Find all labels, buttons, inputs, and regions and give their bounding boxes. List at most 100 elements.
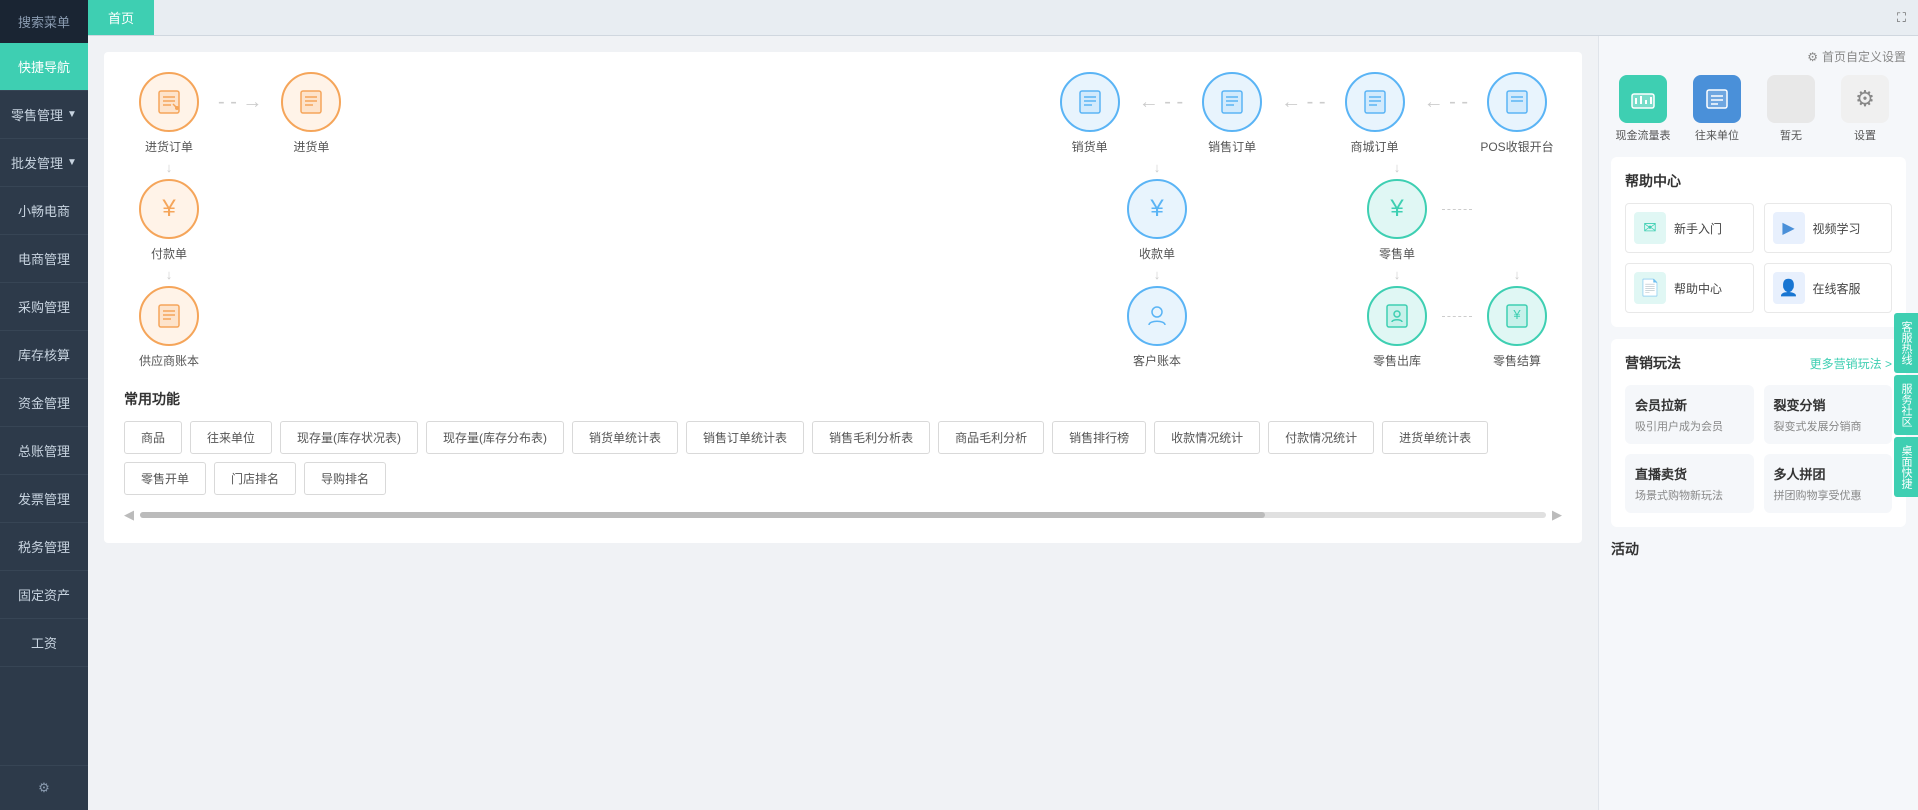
cash-flow-label: 现金流量表 xyxy=(1616,127,1671,143)
func-button[interactable]: 现存量(库存状况表) xyxy=(280,421,418,454)
quick-icon-settings[interactable]: ⚙ 设置 xyxy=(1833,75,1897,143)
float-btn-community[interactable]: 服务社区 xyxy=(1894,375,1918,435)
sidebar-item-label: 批发管理 xyxy=(11,153,63,172)
gear-icon: ⚙ xyxy=(1807,50,1818,64)
wf-node-payment-slip[interactable]: ¥ 付款单 xyxy=(124,179,214,262)
quick-icons-row: 现金流量表 往来单位 暂无 ⚙ 设置 xyxy=(1611,75,1906,143)
retail-slip-icon: ¥ xyxy=(1367,179,1427,239)
sidebar-gear-button[interactable]: ⚙ xyxy=(0,765,88,810)
wf-node-purchase-order[interactable]: 进货订单 xyxy=(124,72,214,155)
sidebar-item-fixed-assets[interactable]: 固定资产 xyxy=(0,571,88,619)
expand-icon[interactable]: ⛶ xyxy=(1885,10,1918,26)
help-item-service[interactable]: 👤 在线客服 xyxy=(1764,263,1893,313)
help-item-help[interactable]: 📄 帮助中心 xyxy=(1625,263,1754,313)
quick-nav-row: ⚙ 首页自定义设置 xyxy=(1611,48,1906,65)
sidebar-search[interactable]: 搜索菜单 xyxy=(0,0,88,43)
func-button[interactable]: 现存量(库存分布表) xyxy=(426,421,564,454)
func-button[interactable]: 门店排名 xyxy=(214,462,296,495)
func-button[interactable]: 商品毛利分析 xyxy=(938,421,1044,454)
tab-home[interactable]: 首页 xyxy=(88,0,154,35)
sidebar-item-wholesale-mgmt[interactable]: 批发管理 ▼ xyxy=(0,139,88,187)
down-arrow-5: ↓ xyxy=(1112,267,1202,282)
placeholder-label: 暂无 xyxy=(1780,127,1802,143)
sidebar-item-finance-mgmt[interactable]: 资金管理 xyxy=(0,379,88,427)
workflow-card: 进货订单 - - → 进货单 xyxy=(104,52,1582,543)
marketing-more-link[interactable]: 更多营销玩法 > xyxy=(1810,355,1892,372)
wf-node-supplier-account[interactable]: 供应商账本 xyxy=(124,286,214,369)
main-area: 首页 ⛶ 进货订单 - - → xyxy=(88,0,1918,810)
wf-node-retail-out[interactable]: 零售出库 xyxy=(1352,286,1442,369)
marketing-item-live[interactable]: 直播卖货 场景式购物新玩法 xyxy=(1625,454,1754,513)
sidebar-item-purchase-mgmt[interactable]: 采购管理 xyxy=(0,283,88,331)
wf-node-retail-settle[interactable]: ¥ 零售结算 xyxy=(1472,286,1562,369)
marketing-card: 营销玩法 更多营销玩法 > 会员拉新 吸引用户成为会员 裂变分销 裂变式发展分销… xyxy=(1611,339,1906,527)
marketing-item-member[interactable]: 会员拉新 吸引用户成为会员 xyxy=(1625,385,1754,444)
quick-icon-cash-flow[interactable]: 现金流量表 xyxy=(1611,75,1675,143)
fission-title: 裂变分销 xyxy=(1774,395,1883,414)
quick-icon-counterparty[interactable]: 往来单位 xyxy=(1685,75,1749,143)
wf-node-receipt-slip[interactable]: ¥ 收款单 xyxy=(1112,179,1202,262)
customize-label: 首页自定义设置 xyxy=(1822,48,1906,65)
marketing-grid: 会员拉新 吸引用户成为会员 裂变分销 裂变式发展分销商 直播卖货 场景式购物新玩… xyxy=(1625,385,1892,513)
func-button[interactable]: 收款情况统计 xyxy=(1154,421,1260,454)
func-button[interactable]: 商品 xyxy=(124,421,182,454)
func-button[interactable]: 零售开单 xyxy=(124,462,206,495)
wf-node-sales-slip[interactable]: 销货单 xyxy=(1045,72,1135,155)
wf-node-mall-order[interactable]: 商城订单 xyxy=(1330,72,1420,155)
wf-label-payment-slip: 付款单 xyxy=(151,245,187,262)
scrollbar-thumb[interactable] xyxy=(140,512,1265,518)
right-panel: ⚙ 首页自定义设置 现金流量表 往来单位 xyxy=(1598,36,1918,810)
sidebar-item-invoice-mgmt[interactable]: 发票管理 xyxy=(0,475,88,523)
svg-text:¥: ¥ xyxy=(1512,307,1521,322)
wf-label-retail-settle: 零售结算 xyxy=(1493,352,1541,369)
sidebar-item-general-ledger[interactable]: 总账管理 xyxy=(0,427,88,475)
float-buttons: 客服热线 服务社区 桌面快捷 xyxy=(1894,313,1918,497)
func-button[interactable]: 往来单位 xyxy=(190,421,272,454)
settings-icon-box: ⚙ xyxy=(1841,75,1889,123)
beginner-icon: ✉ xyxy=(1634,212,1666,244)
help-item-beginner[interactable]: ✉ 新手入门 xyxy=(1625,203,1754,253)
sidebar-item-retail-mgmt[interactable]: 零售管理 ▼ xyxy=(0,91,88,139)
sidebar-item-payroll[interactable]: 工资 xyxy=(0,619,88,667)
func-button[interactable]: 销售毛利分析表 xyxy=(812,421,930,454)
retail-out-icon xyxy=(1367,286,1427,346)
help-item-video[interactable]: ▶ 视频学习 xyxy=(1764,203,1893,253)
sidebar-item-ecom-mgmt[interactable]: 电商管理 xyxy=(0,235,88,283)
func-button[interactable]: 销售订单统计表 xyxy=(686,421,804,454)
wf-label-retail-slip: 零售单 xyxy=(1379,245,1415,262)
scrollbar-track[interactable] xyxy=(140,512,1546,518)
marketing-item-fission[interactable]: 裂变分销 裂变式发展分销商 xyxy=(1764,385,1893,444)
float-btn-customer-service[interactable]: 客服热线 xyxy=(1894,313,1918,373)
scroll-area[interactable]: ◀ ▶ xyxy=(124,507,1562,523)
func-button[interactable]: 导购排名 xyxy=(304,462,386,495)
help-card: 帮助中心 ✉ 新手入门 ▶ 视频学习 📄 帮助中心 👤 xyxy=(1611,157,1906,327)
tab-bar: 首页 ⛶ xyxy=(88,0,1918,36)
func-button[interactable]: 进货单统计表 xyxy=(1382,421,1488,454)
sidebar-item-quick-nav[interactable]: 快捷导航 xyxy=(0,43,88,91)
scroll-right-icon[interactable]: ▶ xyxy=(1552,507,1562,523)
content-area: 进货订单 - - → 进货单 xyxy=(88,36,1918,810)
scroll-left-icon[interactable]: ◀ xyxy=(124,507,134,523)
sidebar-item-xiaochu-ecom[interactable]: 小畅电商 xyxy=(0,187,88,235)
sidebar-item-label: 资金管理 xyxy=(18,393,70,412)
func-button[interactable]: 销货单统计表 xyxy=(572,421,678,454)
video-label: 视频学习 xyxy=(1813,220,1861,237)
down-arrow-4: ↓ xyxy=(124,267,214,282)
sales-order-icon xyxy=(1202,72,1262,132)
help-grid: ✉ 新手入门 ▶ 视频学习 📄 帮助中心 👤 在线客服 xyxy=(1625,203,1892,313)
float-btn-desktop[interactable]: 桌面快捷 xyxy=(1894,437,1918,497)
customize-settings[interactable]: ⚙ 首页自定义设置 xyxy=(1807,48,1906,65)
wf-label-sales-order: 销售订单 xyxy=(1208,138,1256,155)
wf-node-pos-cashier[interactable]: POS收银开台 xyxy=(1472,72,1562,155)
marketing-item-group[interactable]: 多人拼团 拼团购物享受优惠 xyxy=(1764,454,1893,513)
func-button[interactable]: 付款情况统计 xyxy=(1268,421,1374,454)
wf-node-sales-order[interactable]: 销售订单 xyxy=(1187,72,1277,155)
wf-node-purchase-slip[interactable]: 进货单 xyxy=(266,72,356,155)
sidebar-item-inventory[interactable]: 库存核算 xyxy=(0,331,88,379)
wf-node-customer-account[interactable]: 客户账本 xyxy=(1112,286,1202,369)
sidebar-item-tax-mgmt[interactable]: 税务管理 xyxy=(0,523,88,571)
func-button[interactable]: 销售排行榜 xyxy=(1052,421,1146,454)
wf-node-retail-slip[interactable]: ¥ 零售单 xyxy=(1352,179,1442,262)
down-arrow-1: ↓ xyxy=(124,160,214,175)
counterparty-icon-box xyxy=(1693,75,1741,123)
